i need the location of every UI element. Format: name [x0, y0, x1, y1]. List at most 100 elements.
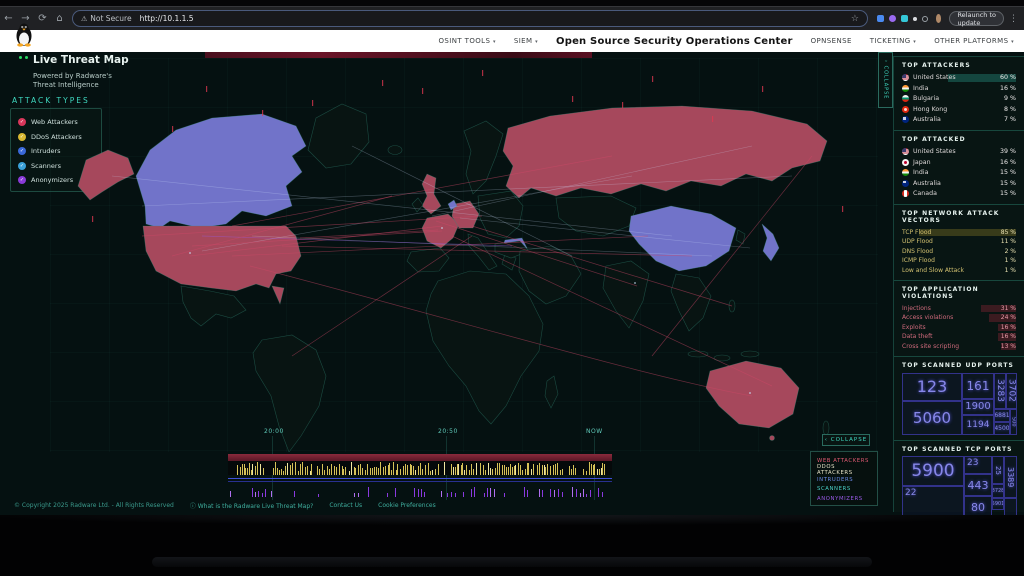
- port-cell[interactable]: [1004, 498, 1017, 515]
- port-cell[interactable]: 23: [964, 456, 992, 474]
- stat-row[interactable]: ANONYMIZERS: [817, 494, 871, 504]
- port-cell[interactable]: 3702: [1006, 372, 1017, 409]
- port-cell[interactable]: 500: [1010, 408, 1017, 435]
- stat-row[interactable]: Cross site scripting 13 %: [902, 342, 1016, 352]
- extensions-puzzle-icon[interactable]: [922, 15, 928, 22]
- stat-row[interactable]: India 15 %: [902, 168, 1016, 179]
- stat-row[interactable]: Low and Slow Attack 1 %: [902, 266, 1016, 276]
- port-cell[interactable]: 80: [964, 496, 992, 515]
- stat-value: 16 %: [1000, 323, 1016, 331]
- anonymizer-tick: [493, 488, 495, 497]
- reload-icon[interactable]: ⟳: [34, 13, 51, 24]
- ddos-tick: [350, 462, 352, 475]
- url-text[interactable]: http://10.1.1.5: [140, 14, 194, 23]
- timeline-collapse-button[interactable]: ‹ COLLAPSE: [822, 434, 870, 446]
- stat-row[interactable]: SCANNERS: [817, 485, 871, 495]
- stat-row[interactable]: Canada 15 %: [902, 189, 1016, 200]
- nav-siem[interactable]: SIEM ▾: [514, 37, 538, 45]
- tcp-ports-treemap[interactable]: 5900 23 25 3389 443 8728 22 80 5901: [902, 456, 1017, 515]
- anonymizer-tick: [417, 488, 419, 497]
- not-secure-label[interactable]: Not Secure: [90, 14, 131, 23]
- extension-icon[interactable]: [901, 15, 908, 22]
- stat-row[interactable]: United States 60 %: [902, 73, 1016, 84]
- contact-us-link[interactable]: Contact Us: [329, 502, 362, 509]
- stat-row[interactable]: Injections 31 %: [902, 304, 1016, 314]
- stat-row[interactable]: ICMP Flood 1 %: [902, 256, 1016, 266]
- stat-row[interactable]: DNS Flood 2 %: [902, 247, 1016, 257]
- ddos-tick: [289, 465, 291, 475]
- address-bar[interactable]: ⚠ Not Secure http://10.1.1.5 ☆: [72, 10, 868, 27]
- section-title: TOP ATTACKERS: [902, 62, 971, 69]
- anonymizer-tick: [271, 491, 273, 497]
- ddos-tick: [532, 464, 534, 475]
- ddos-tick: [537, 465, 539, 475]
- stat-row[interactable]: INTRUDERS: [817, 475, 871, 485]
- home-icon[interactable]: ⌂: [51, 13, 68, 24]
- nav-opnsense[interactable]: OPNSENSE: [811, 37, 852, 45]
- continent-africa: [425, 270, 544, 425]
- stat-row[interactable]: TCP Flood 85 %: [902, 228, 1016, 238]
- stat-value: 15 %: [1000, 190, 1016, 198]
- anonymizer-tick: [367, 487, 369, 497]
- ddos-tick: [319, 468, 320, 475]
- port-cell[interactable]: 4500: [994, 421, 1010, 435]
- au-flag-icon: [902, 179, 909, 187]
- cookie-preferences-link[interactable]: Cookie Preferences: [378, 502, 436, 509]
- anonymizer-tick: [582, 489, 584, 497]
- port-cell[interactable]: 443: [964, 474, 992, 496]
- stat-row[interactable]: India 16 %: [902, 83, 1016, 94]
- stat-row[interactable]: Data theft 16 %: [902, 332, 1016, 342]
- ddos-tick: [400, 468, 402, 475]
- in-flag-icon: [902, 169, 909, 177]
- nav-ticketing[interactable]: TICKETING ▾: [870, 37, 916, 45]
- stat-row[interactable]: United States 39 %: [902, 147, 1016, 158]
- ddos-tick: [501, 464, 503, 475]
- port-cell[interactable]: 25: [992, 456, 1004, 484]
- profile-avatar[interactable]: [936, 14, 942, 23]
- port-cell[interactable]: 123: [902, 372, 962, 401]
- stat-row[interactable]: UDP Flood 11 %: [902, 237, 1016, 247]
- port-cell[interactable]: 1194: [962, 414, 994, 435]
- anonymizer-tick: [357, 492, 359, 497]
- bookmark-star-icon[interactable]: ☆: [851, 14, 859, 24]
- ddos-tick: [528, 462, 530, 475]
- port-cell[interactable]: 5060: [902, 400, 962, 435]
- port-cell[interactable]: 3283: [994, 372, 1006, 409]
- sidebar-collapse-tab[interactable]: › COLLAPSE: [878, 52, 893, 108]
- port-cell[interactable]: 6881: [994, 408, 1010, 422]
- stat-row[interactable]: Hong Kong 8 %: [902, 104, 1016, 115]
- port-cell[interactable]: 161: [962, 372, 994, 399]
- ddos-tick: [297, 470, 299, 475]
- stat-row[interactable]: Japan 16 %: [902, 157, 1016, 168]
- attack-timeline[interactable]: 20:00 20:50 NOW: [228, 428, 612, 506]
- stats-sidebar: TOP ATTACKERS United States 60 % India 16 %…: [893, 56, 1024, 515]
- extension-icon[interactable]: [913, 16, 917, 21]
- stat-row[interactable]: Exploits 16 %: [902, 323, 1016, 333]
- udp-ports-treemap[interactable]: 123 161 3283 3702 5060 1900 1194 6881 4500 500: [902, 372, 1017, 435]
- anonymizer-tick: [539, 488, 540, 497]
- ddos-tick: [590, 464, 592, 475]
- world-map[interactable]: [50, 58, 878, 452]
- browser-menu-icon[interactable]: ⋮: [1009, 14, 1018, 24]
- extension-icon[interactable]: [889, 15, 896, 22]
- nav-other-platforms[interactable]: OTHER PLATFORMS ▾: [934, 37, 1014, 45]
- port-cell[interactable]: 8728: [992, 484, 1004, 498]
- stat-row[interactable]: Australia 7 %: [902, 115, 1016, 126]
- relaunch-to-update-button[interactable]: Relaunch to update: [949, 11, 1004, 27]
- ddos-tick: [485, 470, 487, 475]
- what-is-link[interactable]: ⓘ What is the Radware Live Threat Map?: [190, 501, 314, 510]
- stat-row[interactable]: DDOS ATTACKERS: [817, 464, 871, 476]
- port-cell[interactable]: 3389: [1004, 456, 1017, 498]
- port-cell[interactable]: 1900: [962, 398, 994, 415]
- ddos-tick: [355, 467, 357, 475]
- stat-row[interactable]: Australia 15 %: [902, 178, 1016, 189]
- timeline-scanner-line: [228, 481, 612, 482]
- port-cell[interactable]: 5900: [902, 456, 964, 486]
- port-cell[interactable]: 22: [902, 486, 964, 515]
- stat-row[interactable]: Access violations 24 %: [902, 313, 1016, 323]
- extension-icon[interactable]: [877, 15, 884, 22]
- port-cell[interactable]: 5901: [992, 498, 1004, 510]
- anonymizer-tick: [264, 489, 266, 497]
- nav-osint-tools[interactable]: OSINT TOOLS ▾: [439, 37, 496, 45]
- stat-row[interactable]: Bulgaria 9 %: [902, 94, 1016, 105]
